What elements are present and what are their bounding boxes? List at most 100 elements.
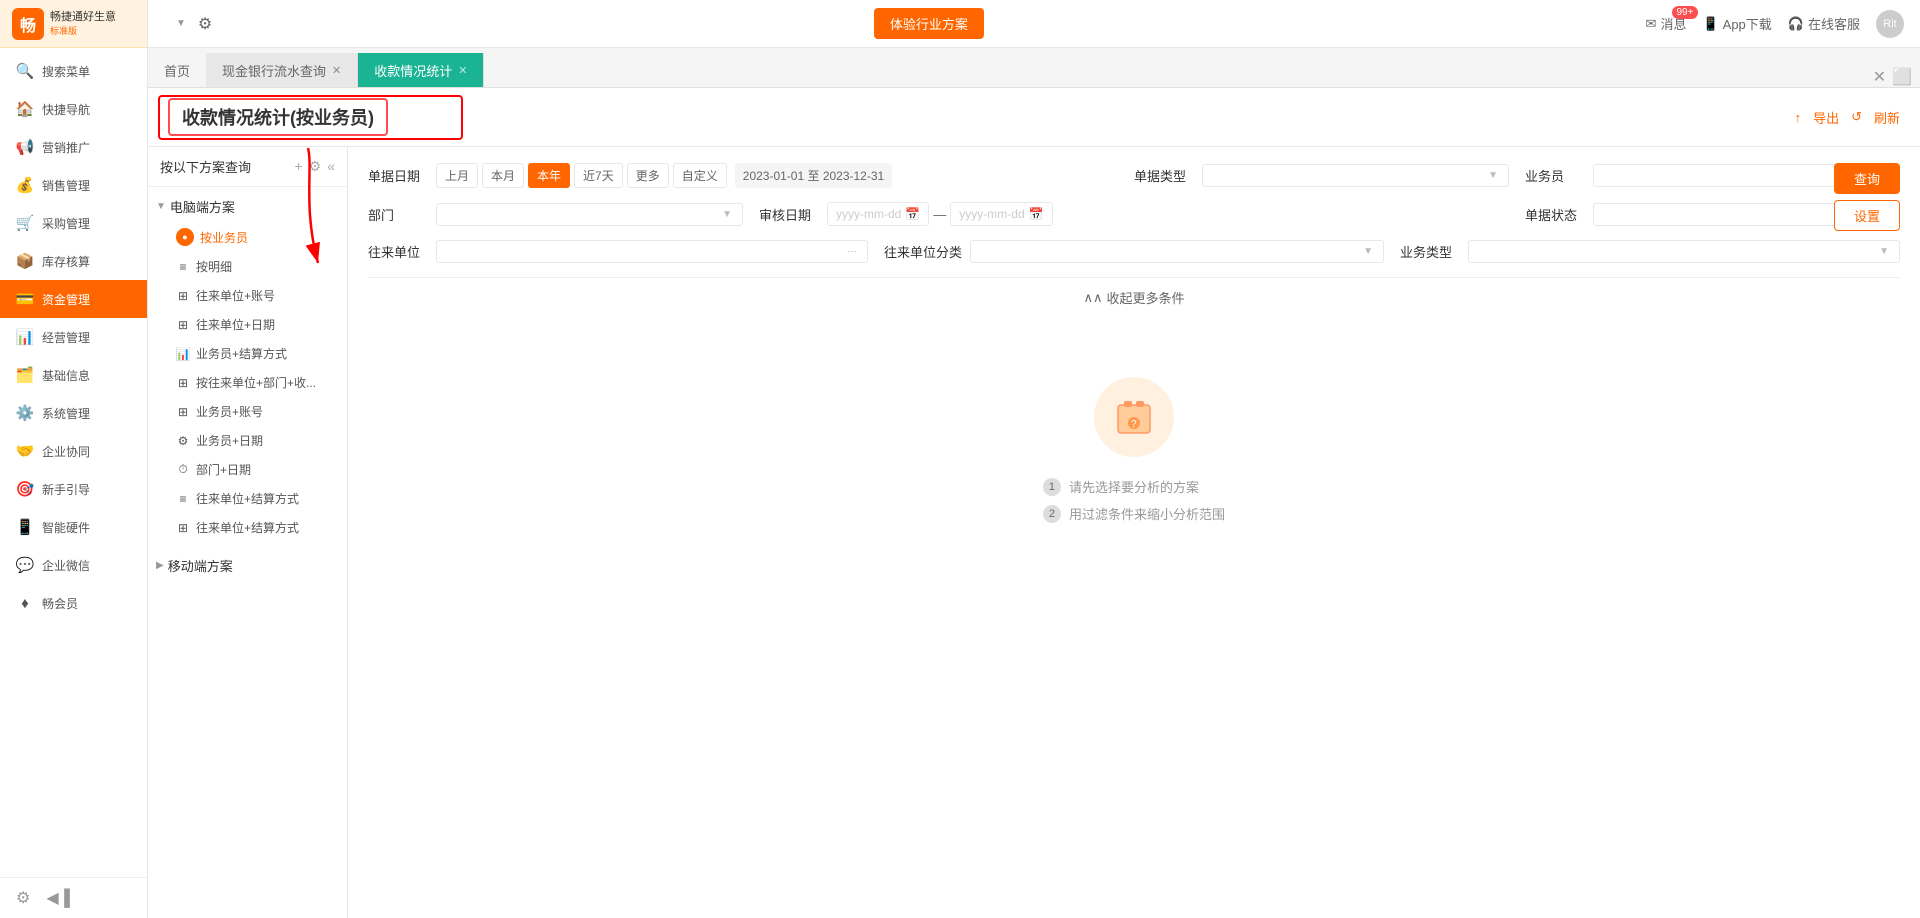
sidebar-item-operations[interactable]: 📊 经营管理 [0,318,147,356]
online-service-label: 在线客服 [1808,14,1860,33]
member-icon: ♦ [16,594,34,612]
partner-select[interactable]: ··· [436,240,868,263]
scheme-item-partner-settle1[interactable]: ≡ 往来单位+结算方式 [148,484,347,513]
step-1-text: 请先选择要分析的方案 [1069,477,1199,496]
review-date-start[interactable]: yyyy-mm-dd 📅 [827,202,929,226]
topbar-settings-icon[interactable]: ⚙ [198,14,212,34]
online-service-btn[interactable]: 🎧 在线客服 [1788,14,1860,33]
dept-date-icon: ⏱ [176,463,190,477]
scheme-group-desktop-header[interactable]: ▼ 电脑端方案 [148,191,347,222]
partner-date-icon: ⊞ [176,318,190,332]
user-name: Rit [1883,18,1896,30]
sidebar-item-search-menu[interactable]: 🔍 搜索菜单 [0,52,147,90]
sidebar-item-inventory[interactable]: 📦 库存核算 [0,242,147,280]
review-date-group: yyyy-mm-dd 📅 — yyyy-mm-dd 📅 [827,202,1509,226]
scheme-item-partner-date[interactable]: ⊞ 往来单位+日期 [148,310,347,339]
filter-row-2: 部门 ▼ 审核日期 yyyy-mm-dd 📅 [368,202,1900,226]
partner-label: 往来单位 [368,242,428,261]
scheme-item-salesman-account[interactable]: ⊞ 业务员+账号 [148,397,347,426]
date-btn-this-month[interactable]: 本月 [482,163,524,188]
tab-home[interactable]: 首页 [148,53,206,87]
scheme-group-mobile-header[interactable]: ▶ 移动端方案 [148,550,347,581]
sidebar-item-quick-nav[interactable]: 🏠 快捷导航 [0,90,147,128]
app-download-btn[interactable]: 📱 App下载 [1702,14,1771,33]
date-btn-7days[interactable]: 近7天 [574,163,623,188]
filter-sidebar-header: 按以下方案查询 + ⚙ « [148,147,347,187]
sidebar-footer: ⚙ ◀▐ [0,877,147,918]
scheme-item-partner-dept[interactable]: ⊞ 按往来单位+部门+收... [148,368,347,397]
partner-more-icon: ··· [847,246,857,257]
scheme-item-salesman-date[interactable]: ⚙ 业务员+日期 [148,426,347,455]
tab-receipt-stats-close[interactable]: ✕ [458,64,467,77]
breadcrumb-dropdown-icon[interactable]: ▼ [176,18,186,29]
page-title: 收款情况统计(按业务员) [168,98,388,136]
app-download-icon: 📱 [1702,16,1718,32]
filter-settings-btn[interactable]: ⚙ [309,158,322,175]
tab-bank-flow[interactable]: 现金银行流水查询 ✕ [206,53,358,87]
filter-collapse-btn[interactable]: « [327,158,335,175]
app-download-label: App下载 [1723,14,1772,33]
scheme-item-partner-settle2[interactable]: ⊞ 往来单位+结算方式 [148,513,347,542]
tab-home-label: 首页 [164,61,190,80]
tab-maximize-icon[interactable]: ⬜ [1892,67,1912,87]
scheme-item-partner-account[interactable]: ⊞ 往来单位+账号 [148,281,347,310]
tab-receipt-stats[interactable]: 收款情况统计 ✕ [358,53,484,87]
filter-add-btn[interactable]: + [294,158,302,175]
settings-button[interactable]: 设置 [1834,200,1900,231]
sidebar-item-newbie[interactable]: 🎯 新手引导 [0,470,147,508]
sidebar-item-purchase[interactable]: 🛒 采购管理 [0,204,147,242]
tab-close-all-icon[interactable]: ✕ [1873,67,1886,87]
sidebar-item-member[interactable]: ♦ 畅会员 [0,584,147,622]
scheme-item-dept-date[interactable]: ⏱ 部门+日期 [148,455,347,484]
detail-icon: ≡ [176,260,190,274]
message-icon: ✉ [1646,16,1657,32]
finance-icon: 💳 [16,290,34,308]
dept-select[interactable]: ▼ [436,203,743,226]
empty-state-icon: ? [1094,377,1174,457]
sidebar-item-base-info[interactable]: 🗂️ 基础信息 [0,356,147,394]
svg-text:?: ? [1131,419,1137,430]
refresh-btn[interactable]: 刷新 [1874,108,1900,127]
review-date-end[interactable]: yyyy-mm-dd 📅 [950,202,1052,226]
filter-main-wrapper: 单据日期 上月 本月 本年 近7天 更多 自定义 2023-01-01 至 20… [348,147,1920,918]
user-avatar[interactable]: Rit [1876,10,1904,38]
date-btn-custom[interactable]: 自定义 [673,163,727,188]
sidebar-item-marketing[interactable]: 📢 营销推广 [0,128,147,166]
query-button[interactable]: 查询 [1834,163,1900,194]
notification-btn[interactable]: ✉ 消息 99+ [1646,14,1687,33]
export-btn[interactable]: 导出 [1813,108,1839,127]
partner-category-select[interactable]: ▼ [970,240,1384,263]
date-btn-last-month[interactable]: 上月 [436,163,478,188]
sidebar-item-sales[interactable]: 💰 销售管理 [0,166,147,204]
date-btn-this-year[interactable]: 本年 [528,163,570,188]
sidebar-item-wechat[interactable]: 💬 企业微信 [0,546,147,584]
collapse-conditions-btn[interactable]: ∧∧ 收起更多条件 [368,277,1900,317]
empty-state: ? 1 请先选择要分析的方案 2 用过滤条件来缩小分析范围 [368,317,1900,591]
scheme-item-by-salesman[interactable]: ● 按业务员 [148,222,347,252]
footer-settings-icon[interactable]: ⚙ [16,888,30,908]
date-btn-more[interactable]: 更多 [627,163,669,188]
operations-icon: 📊 [16,328,34,346]
footer-collapse-icon[interactable]: ◀▐ [46,888,70,908]
date-label: 单据日期 [368,166,428,185]
logo-badge: 标准版 [50,24,116,37]
scheme-item-detail[interactable]: ≡ 按明细 [148,252,347,281]
sidebar-item-corp[interactable]: 🤝 企业协同 [0,432,147,470]
sidebar-item-finance[interactable]: 💳 资金管理 [0,280,147,318]
marketing-icon: 📢 [16,138,34,156]
date-range-value: 2023-01-01 至 2023-12-31 [735,163,892,188]
tab-bank-flow-close[interactable]: ✕ [332,64,341,77]
partner-category-field: 往来单位分类 ▼ [884,240,1384,263]
scheme-item-salesman-date-label: 业务员+日期 [196,432,263,449]
sidebar-item-smart-hw[interactable]: 📱 智能硬件 [0,508,147,546]
business-type-select[interactable]: ▼ [1468,240,1900,263]
scheme-item-salesman-settle[interactable]: 📊 业务员+结算方式 [148,339,347,368]
sidebar-item-system[interactable]: ⚙️ 系统管理 [0,394,147,432]
business-type-field: 业务类型 ▼ [1400,240,1900,263]
trial-btn[interactable]: 体验行业方案 [874,8,984,39]
scheme-group-mobile-label: 移动端方案 [168,556,233,575]
review-date-start-value: yyyy-mm-dd [836,207,901,221]
step-2-num: 2 [1043,505,1061,523]
scheme-item-partner-dept-label: 按往来单位+部门+收... [196,374,316,391]
doc-type-select[interactable]: ▼ [1202,164,1509,187]
